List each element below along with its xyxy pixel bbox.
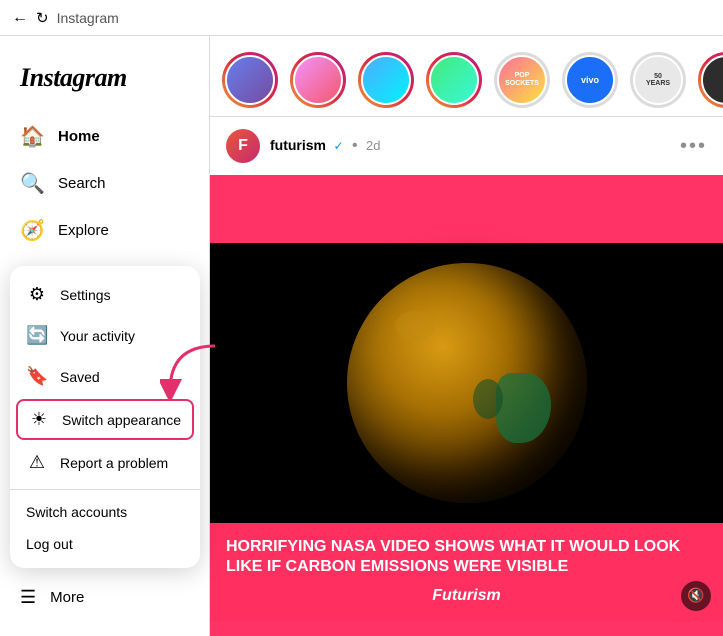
post-image-inner: HORRIFYING NASA VIDEO SHOWS WHAT IT WOUL… — [210, 175, 723, 636]
story-item-3[interactable] — [358, 52, 414, 108]
home-icon: 🏠 — [20, 124, 44, 149]
dropdown-item-report-problem[interactable]: ⚠ Report a problem — [10, 442, 200, 483]
story-ring-7: 50YEARS — [630, 52, 686, 108]
story-avatar-img-6: vivo — [565, 55, 615, 105]
your-activity-label: Your activity — [60, 328, 135, 344]
sidebar-item-search[interactable]: 🔍 Search — [0, 161, 209, 206]
atmosphere — [347, 263, 587, 503]
more-label: More — [50, 589, 84, 606]
post-separator: • — [352, 137, 358, 154]
story-item-7[interactable]: 50YEARS — [630, 52, 686, 108]
appearance-icon: ☀ — [28, 409, 50, 430]
sidebar-item-home[interactable]: 🏠 Home — [0, 114, 209, 159]
top-bar-title: Instagram — [57, 10, 119, 26]
post-caption-area: HORRIFYING NASA VIDEO SHOWS WHAT IT WOUL… — [210, 523, 723, 621]
continent-1 — [496, 373, 551, 443]
story-avatar-img-4 — [429, 55, 479, 105]
sidebar-item-search-label: Search — [58, 175, 106, 192]
sidebar-bottom: ☰ More — [0, 567, 209, 620]
back-button[interactable]: ← — [12, 9, 28, 27]
story-item-4[interactable] — [426, 52, 482, 108]
report-problem-label: Report a problem — [60, 455, 168, 471]
post-more-button[interactable]: ••• — [680, 135, 707, 158]
story-avatar-img-1 — [225, 55, 275, 105]
post: F futurism ✓ • 2d ••• — [210, 117, 723, 636]
dropdown-item-log-out[interactable]: Log out — [10, 528, 200, 560]
story-ring-3 — [358, 52, 414, 108]
mute-button[interactable]: 🔇 — [681, 581, 711, 611]
post-caption-title: HORRIFYING NASA VIDEO SHOWS WHAT IT WOUL… — [226, 537, 707, 577]
post-time: 2d — [366, 138, 380, 153]
instagram-logo: Instagram — [0, 52, 209, 114]
sidebar-item-explore[interactable]: 🧭 Explore — [0, 208, 209, 253]
story-ring-8 — [698, 52, 723, 108]
story-avatar-img-8 — [701, 55, 723, 105]
story-item-6[interactable]: vivo — [562, 52, 618, 108]
more-button[interactable]: ☰ More — [0, 575, 209, 620]
continent-2 — [473, 379, 503, 419]
stories-bar: POPSOCKETS vivo 50YEARS › — [210, 36, 723, 117]
post-username[interactable]: futurism — [270, 137, 326, 153]
post-header: F futurism ✓ • 2d ••• — [210, 117, 723, 175]
story-ring-5: POPSOCKETS — [494, 52, 550, 108]
refresh-button[interactable]: ↻ — [36, 9, 49, 27]
dropdown-item-saved[interactable]: 🔖 Saved — [10, 356, 200, 397]
dropdown-item-switch-appearance[interactable]: ☀ Switch appearance — [16, 399, 194, 440]
settings-icon: ⚙ — [26, 284, 48, 305]
story-avatar-img-2 — [293, 55, 343, 105]
story-ring-1 — [222, 52, 278, 108]
dropdown-menu: ⚙ Settings 🔄 Your activity 🔖 Saved ☀ Swi… — [10, 266, 200, 568]
earth-globe — [347, 263, 587, 503]
log-out-label: Log out — [26, 536, 73, 552]
story-avatar-img-5: POPSOCKETS — [497, 55, 547, 105]
dropdown-divider-1 — [10, 489, 200, 490]
story-item-2[interactable] — [290, 52, 346, 108]
post-avatar: F — [226, 129, 260, 163]
dropdown-item-your-activity[interactable]: 🔄 Your activity — [10, 315, 200, 356]
report-icon: ⚠ — [26, 452, 48, 473]
verified-badge: ✓ — [333, 139, 343, 153]
earth-sphere — [347, 263, 587, 503]
saved-icon: 🔖 — [26, 366, 48, 387]
post-image: HORRIFYING NASA VIDEO SHOWS WHAT IT WOUL… — [210, 175, 723, 636]
sidebar: Instagram 🏠 Home 🔍 Search 🧭 Explore 📽 Re… — [0, 36, 210, 636]
switch-accounts-label: Switch accounts — [26, 504, 127, 520]
post-image-black-bg — [210, 243, 723, 523]
story-ring-4 — [426, 52, 482, 108]
search-icon: 🔍 — [20, 171, 44, 196]
explore-icon: 🧭 — [20, 218, 44, 243]
story-avatar-img-7: 50YEARS — [633, 55, 683, 105]
switch-appearance-label: Switch appearance — [62, 412, 181, 428]
sidebar-item-home-label: Home — [58, 128, 100, 145]
sidebar-item-explore-label: Explore — [58, 222, 109, 239]
story-ring-2 — [290, 52, 346, 108]
story-item-1[interactable] — [222, 52, 278, 108]
settings-label: Settings — [60, 287, 111, 303]
story-item-8[interactable] — [698, 52, 723, 108]
story-avatar-img-3 — [361, 55, 411, 105]
story-ring-6: vivo — [562, 52, 618, 108]
continent-3 — [395, 311, 435, 341]
more-icon: ☰ — [20, 587, 36, 608]
post-avatar-letter: F — [238, 137, 248, 155]
dropdown-item-settings[interactable]: ⚙ Settings — [10, 274, 200, 315]
saved-label: Saved — [60, 369, 100, 385]
dropdown-item-switch-accounts[interactable]: Switch accounts — [10, 496, 200, 528]
activity-icon: 🔄 — [26, 325, 48, 346]
main-content: POPSOCKETS vivo 50YEARS › F — [210, 36, 723, 636]
post-meta: futurism ✓ • 2d — [270, 137, 381, 155]
story-item-5[interactable]: POPSOCKETS — [494, 52, 550, 108]
post-user-info: F futurism ✓ • 2d — [226, 129, 381, 163]
post-caption-brand: Futurism — [226, 587, 707, 605]
